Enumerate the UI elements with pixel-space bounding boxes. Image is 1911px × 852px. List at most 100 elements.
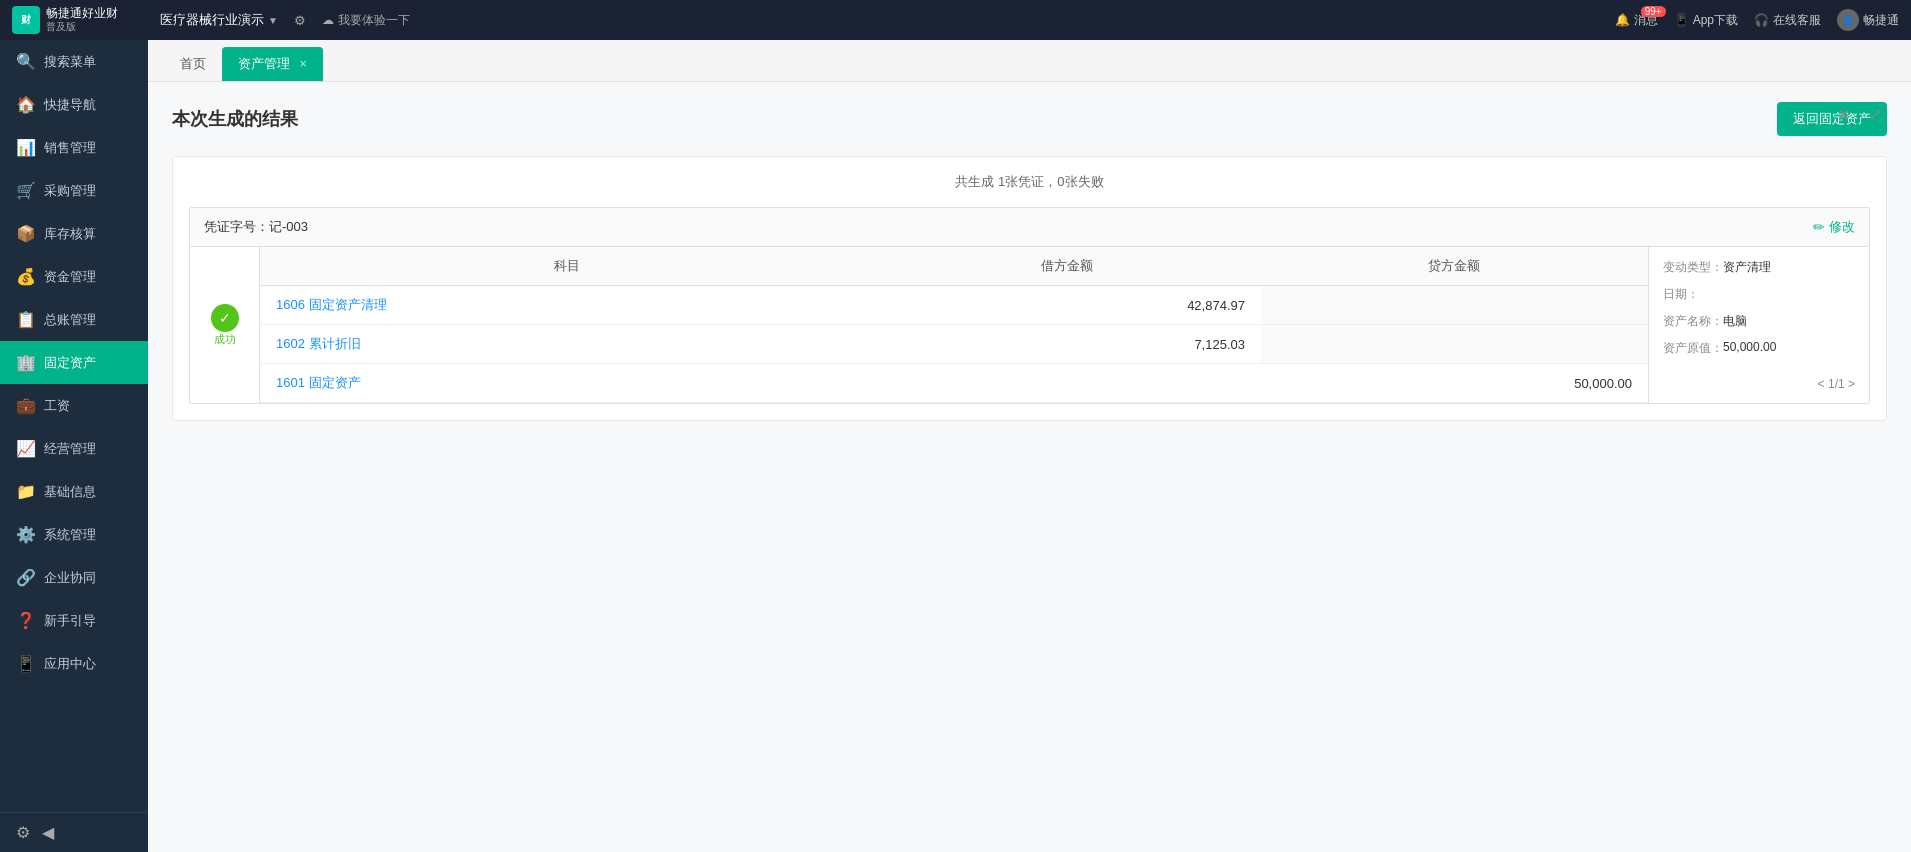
- headset-icon: 🎧: [1754, 13, 1769, 27]
- sidebar-item-guide[interactable]: ❓ 新手引导: [0, 599, 148, 642]
- tab-bar: 首页 资产管理 ×: [148, 40, 1911, 82]
- sidebar-item-sales[interactable]: 📊 销售管理: [0, 126, 148, 169]
- sidebar-label-operations: 经营管理: [44, 440, 96, 458]
- cell-subject: 1601 固定资产: [260, 364, 874, 403]
- tab-asset-label: 资产管理: [238, 56, 290, 71]
- cell-debit: 42,874.97: [874, 286, 1261, 325]
- summary-text: 共生成 1张凭证，0张失败: [955, 174, 1103, 189]
- settings-icon[interactable]: ⚙: [286, 6, 314, 34]
- cell-subject: 1606 固定资产清理: [260, 286, 874, 325]
- expand-panel-button[interactable]: ⤢: [1863, 102, 1887, 126]
- cell-credit: 50,000.00: [1261, 364, 1648, 403]
- sidebar-label-quick-nav: 快捷导航: [44, 96, 96, 114]
- notifications-btn[interactable]: 🔔 消息 99+: [1615, 12, 1658, 29]
- sidebar-label-purchase: 采购管理: [44, 182, 96, 200]
- app-download-btn[interactable]: 📱 App下载: [1674, 12, 1738, 29]
- date-label: 日期：: [1663, 286, 1723, 303]
- cell-credit: [1261, 286, 1648, 325]
- cart-icon: 🛒: [16, 181, 36, 200]
- sidebar-item-inventory[interactable]: 📦 库存核算: [0, 212, 148, 255]
- sidebar-item-fixed-assets[interactable]: 🏢 固定资产: [0, 341, 148, 384]
- phone-icon: 📱: [1674, 13, 1689, 27]
- sidebar-label-payroll: 工资: [44, 397, 70, 415]
- side-info-asset-name: 资产名称： 电脑: [1663, 313, 1855, 330]
- col-debit: 借方金额: [874, 247, 1261, 286]
- tab-asset-management[interactable]: 资产管理 ×: [222, 47, 323, 81]
- money-icon: 💰: [16, 267, 36, 286]
- sidebar-item-search[interactable]: 🔍 搜索菜单: [0, 40, 148, 83]
- top-bar-right: 🔔 消息 99+ 📱 App下载 🎧 在线客服 👤 畅捷通: [1615, 9, 1899, 31]
- settings-bottom-icon[interactable]: ⚙: [16, 823, 30, 842]
- sidebar-item-enterprise[interactable]: 🔗 企业协同: [0, 556, 148, 599]
- bell-icon: 🔔: [1615, 13, 1630, 27]
- sidebar-item-system[interactable]: ⚙️ 系统管理: [0, 513, 148, 556]
- user-menu[interactable]: 👤 畅捷通: [1837, 9, 1899, 31]
- page-title: 本次生成的结果: [172, 107, 298, 131]
- sidebar-item-operations[interactable]: 📈 经营管理: [0, 427, 148, 470]
- online-service-btn[interactable]: 🎧 在线客服: [1754, 12, 1821, 29]
- pagination[interactable]: < 1/1 >: [1663, 377, 1855, 391]
- sidebar-label-inventory: 库存核算: [44, 225, 96, 243]
- panel-controls: ✕ ⤢: [1831, 102, 1887, 126]
- notifications-badge: 99+: [1641, 6, 1666, 17]
- avatar: 👤: [1837, 9, 1859, 31]
- cell-credit: [1261, 325, 1648, 364]
- table-row: 1602 累计折旧7,125.03: [260, 325, 1648, 364]
- top-bar: 财 畅捷通好业财 普及版 医疗器械行业演示 ▼ ⚙ ☁ 我要体验一下 🔔 消息 …: [0, 0, 1911, 40]
- cell-debit: 7,125.03: [874, 325, 1261, 364]
- folder-icon: 📁: [16, 482, 36, 501]
- logo: 财 畅捷通好业财 普及版: [12, 6, 160, 34]
- asset-name-value: 电脑: [1723, 313, 1747, 330]
- page-header: 本次生成的结果 返回固定资产: [172, 102, 1887, 136]
- close-panel-button[interactable]: ✕: [1831, 102, 1855, 126]
- voucher-body: ✓ 成功 科目 借方金额 贷方金额: [190, 247, 1869, 403]
- chevron-down-icon: ▼: [268, 15, 278, 26]
- sidebar-item-app-center[interactable]: 📱 应用中心: [0, 642, 148, 685]
- change-type-label: 变动类型：: [1663, 259, 1723, 276]
- logo-icon: 财: [12, 6, 40, 34]
- edit-voucher-button[interactable]: ✏ 修改: [1813, 218, 1855, 236]
- main-layout: 🔍 搜索菜单 🏠 快捷导航 📊 销售管理 🛒 采购管理 📦 库存核算 💰 资金管…: [0, 40, 1911, 852]
- briefcase-icon: 💼: [16, 396, 36, 415]
- company-name: 医疗器械行业演示: [160, 11, 264, 29]
- tab-close-icon[interactable]: ×: [300, 57, 307, 71]
- sidebar-item-funds[interactable]: 💰 资金管理: [0, 255, 148, 298]
- col-credit: 贷方金额: [1261, 247, 1648, 286]
- sidebar-item-base-info[interactable]: 📁 基础信息: [0, 470, 148, 513]
- pagination-next[interactable]: >: [1848, 377, 1855, 391]
- sidebar-bottom: ⚙ ◀: [0, 812, 148, 852]
- experience-button[interactable]: ☁ 我要体验一下: [322, 12, 410, 29]
- table-row: 1601 固定资产 50,000.00: [260, 364, 1648, 403]
- link-icon: 🔗: [16, 568, 36, 587]
- cloud-icon: ☁: [322, 13, 334, 27]
- apps-icon: 📱: [16, 654, 36, 673]
- company-selector[interactable]: 医疗器械行业演示 ▼: [160, 11, 278, 29]
- sidebar-label-app-center: 应用中心: [44, 655, 96, 673]
- voucher-section: 凭证字号：记-003 ✏ 修改 ✓ 成功: [189, 207, 1870, 404]
- pagination-label: 1/1: [1828, 377, 1848, 391]
- sidebar-item-ledger[interactable]: 📋 总账管理: [0, 298, 148, 341]
- cell-subject: 1602 累计折旧: [260, 325, 874, 364]
- tab-home[interactable]: 首页: [164, 47, 222, 81]
- side-info-date: 日期：: [1663, 286, 1855, 303]
- voucher-table-section: 科目 借方金额 贷方金额 1606 固定资产清理42,874.971602 累计…: [260, 247, 1649, 403]
- success-icon: ✓: [211, 304, 239, 332]
- sidebar-item-payroll[interactable]: 💼 工资: [0, 384, 148, 427]
- sidebar-label-base-info: 基础信息: [44, 483, 96, 501]
- sidebar-item-quick-nav[interactable]: 🏠 快捷导航: [0, 83, 148, 126]
- asset-value-value: 50,000.00: [1723, 340, 1776, 357]
- pagination-prev[interactable]: <: [1818, 377, 1825, 391]
- change-type-value: 资产清理: [1723, 259, 1771, 276]
- app-download-label: App下载: [1693, 12, 1738, 29]
- collapse-sidebar-icon[interactable]: ◀: [42, 823, 54, 842]
- result-panel: 共生成 1张凭证，0张失败 凭证字号：记-003 ✏ 修改: [172, 156, 1887, 421]
- voucher-table: 科目 借方金额 贷方金额 1606 固定资产清理42,874.971602 累计…: [260, 247, 1648, 403]
- sidebar-label-enterprise: 企业协同: [44, 569, 96, 587]
- sidebar-label-system: 系统管理: [44, 526, 96, 544]
- success-label: 成功: [214, 332, 236, 347]
- voucher-number: 凭证字号：记-003: [204, 218, 308, 236]
- col-subject: 科目: [260, 247, 874, 286]
- sidebar-item-purchase[interactable]: 🛒 采购管理: [0, 169, 148, 212]
- side-info-panel: 变动类型： 资产清理 日期： 资产名称： 电脑: [1649, 247, 1869, 403]
- sidebar: 🔍 搜索菜单 🏠 快捷导航 📊 销售管理 🛒 采购管理 📦 库存核算 💰 资金管…: [0, 40, 148, 852]
